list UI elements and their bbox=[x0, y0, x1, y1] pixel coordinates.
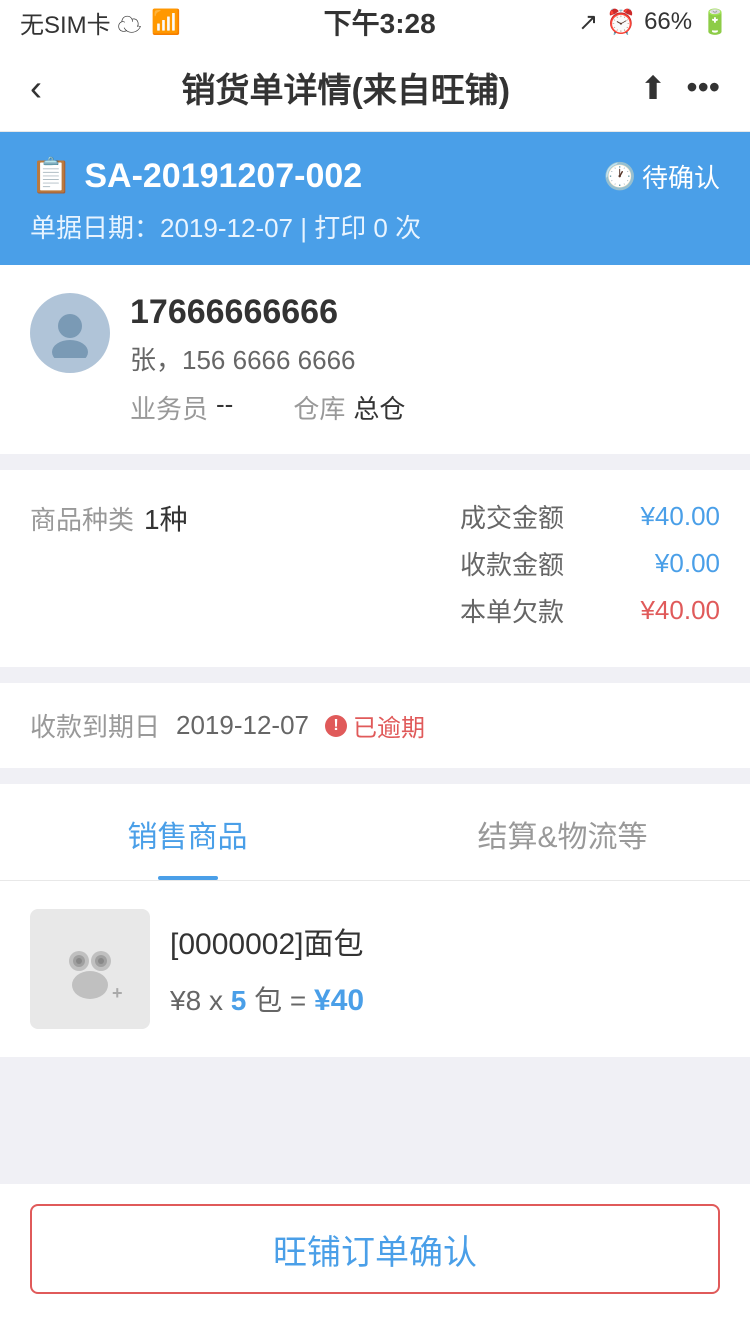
page-title: 销货单详情(来自旺铺) bbox=[52, 63, 640, 112]
product-type-item: 商品种类 1种 bbox=[30, 498, 460, 538]
overdue-badge: ! 已逾期 bbox=[325, 708, 425, 743]
share-icon[interactable]: ⬆ bbox=[640, 69, 667, 107]
amount-label: 成交金额 bbox=[460, 498, 564, 535]
owed-value: ¥40.00 bbox=[640, 595, 720, 626]
no-sim-text: 无SIM卡 ☁ bbox=[20, 5, 141, 40]
owed-label: 本单欠款 bbox=[460, 592, 564, 629]
clock-icon: 🕐 bbox=[604, 161, 636, 192]
summary-left: 商品种类 1种 bbox=[30, 498, 460, 538]
battery-text: 66% bbox=[644, 8, 692, 36]
product-price: ¥8 x 5 包 = ¥40 bbox=[170, 979, 720, 1019]
summary-section: 商品种类 1种 成交金额 ¥40.00 收款金额 ¥0.00 本单欠款 ¥40.… bbox=[0, 470, 750, 667]
order-status-text: 待确认 bbox=[642, 158, 720, 195]
unit-text: 包 bbox=[254, 985, 282, 1016]
more-icon[interactable]: ••• bbox=[686, 69, 720, 106]
due-section: 收款到期日 2019-12-07 ! 已逾期 bbox=[0, 683, 750, 768]
tabs-section: 销售商品 结算&物流等 + [0000002]面包 bbox=[0, 784, 750, 1057]
customer-meta: 业务员 -- 仓库 总仓 bbox=[130, 389, 720, 426]
overdue-text: 已逾期 bbox=[353, 708, 425, 743]
amount-row: 成交金额 ¥40.00 bbox=[460, 498, 720, 535]
amount-value: ¥40.00 bbox=[640, 501, 720, 532]
warehouse-item: 仓库 总仓 bbox=[293, 389, 405, 426]
warehouse-label: 仓库 bbox=[293, 389, 345, 426]
order-banner-top: 📋 SA-20191207-002 🕐 待确认 bbox=[30, 156, 720, 196]
received-row: 收款金额 ¥0.00 bbox=[460, 545, 720, 582]
tab-settlement[interactable]: 结算&物流等 bbox=[375, 784, 750, 880]
customer-section: 17666666666 张，156 6666 6666 业务员 -- 仓库 总仓 bbox=[0, 265, 750, 454]
salesperson-label: 业务员 bbox=[130, 389, 208, 426]
alarm-icon: ⏰ bbox=[606, 8, 636, 37]
product-item: + [0000002]面包 ¥8 x 5 包 = ¥40 bbox=[0, 881, 750, 1057]
order-icon: 📋 bbox=[30, 156, 72, 196]
received-label: 收款金额 bbox=[460, 545, 564, 582]
status-time: 下午3:28 bbox=[324, 2, 436, 42]
battery-icon: 🔋 bbox=[700, 8, 730, 37]
total-price: ¥40 bbox=[314, 984, 364, 1017]
product-name: [0000002]面包 bbox=[170, 919, 720, 963]
status-right: ↗ ⏰ 66% 🔋 bbox=[578, 8, 730, 37]
svg-text:+: + bbox=[112, 983, 123, 1003]
order-status: 🕐 待确认 bbox=[604, 158, 720, 195]
salesperson-item: 业务员 -- bbox=[130, 389, 233, 426]
wifi-icon: 📶 bbox=[151, 8, 181, 37]
product-type-label: 商品种类 bbox=[30, 500, 134, 537]
status-left: 无SIM卡 ☁ 📶 bbox=[20, 5, 181, 40]
avatar bbox=[30, 293, 110, 373]
quantity: 5 bbox=[231, 985, 247, 1016]
customer-info: 17666666666 张，156 6666 6666 业务员 -- 仓库 总仓 bbox=[130, 293, 720, 426]
owed-row: 本单欠款 ¥40.00 bbox=[460, 592, 720, 629]
unit-price: ¥8 bbox=[170, 985, 201, 1016]
location-icon: ↗ bbox=[578, 8, 598, 37]
bottom-bar: 旺铺订单确认 bbox=[0, 1184, 750, 1334]
order-date: 单据日期：2019-12-07 | 打印 0 次 bbox=[30, 208, 720, 245]
customer-name: 张，156 6666 6666 bbox=[130, 340, 720, 377]
nav-bar: ‹ 销货单详情(来自旺铺) ⬆ ••• bbox=[0, 44, 750, 132]
product-type-value: 1种 bbox=[144, 498, 188, 538]
product-image: + bbox=[30, 909, 150, 1029]
order-number-text: SA-20191207-002 bbox=[84, 157, 362, 196]
multiply-sign: x bbox=[209, 985, 231, 1016]
due-date-value: 2019-12-07 bbox=[176, 710, 309, 741]
tab-products[interactable]: 销售商品 bbox=[0, 784, 375, 880]
nav-right-actions: ⬆ ••• bbox=[640, 69, 720, 107]
due-label: 收款到期日 bbox=[30, 707, 160, 744]
tabs-header: 销售商品 结算&物流等 bbox=[0, 784, 750, 881]
summary-right: 成交金额 ¥40.00 收款金额 ¥0.00 本单欠款 ¥40.00 bbox=[460, 498, 720, 639]
back-button[interactable]: ‹ bbox=[30, 57, 52, 119]
status-bar: 无SIM卡 ☁ 📶 下午3:28 ↗ ⏰ 66% 🔋 bbox=[0, 0, 750, 44]
customer-phone: 17666666666 bbox=[130, 293, 720, 332]
order-banner: 📋 SA-20191207-002 🕐 待确认 单据日期：2019-12-07 … bbox=[0, 132, 750, 265]
warehouse-value: 总仓 bbox=[353, 389, 405, 426]
equals-sign: = bbox=[290, 985, 314, 1016]
overdue-dot-icon: ! bbox=[325, 715, 347, 737]
product-info: [0000002]面包 ¥8 x 5 包 = ¥40 bbox=[170, 919, 720, 1019]
received-value: ¥0.00 bbox=[655, 548, 720, 579]
confirm-order-button[interactable]: 旺铺订单确认 bbox=[30, 1204, 720, 1294]
order-number: 📋 SA-20191207-002 bbox=[30, 156, 362, 196]
salesperson-value: -- bbox=[216, 389, 233, 426]
